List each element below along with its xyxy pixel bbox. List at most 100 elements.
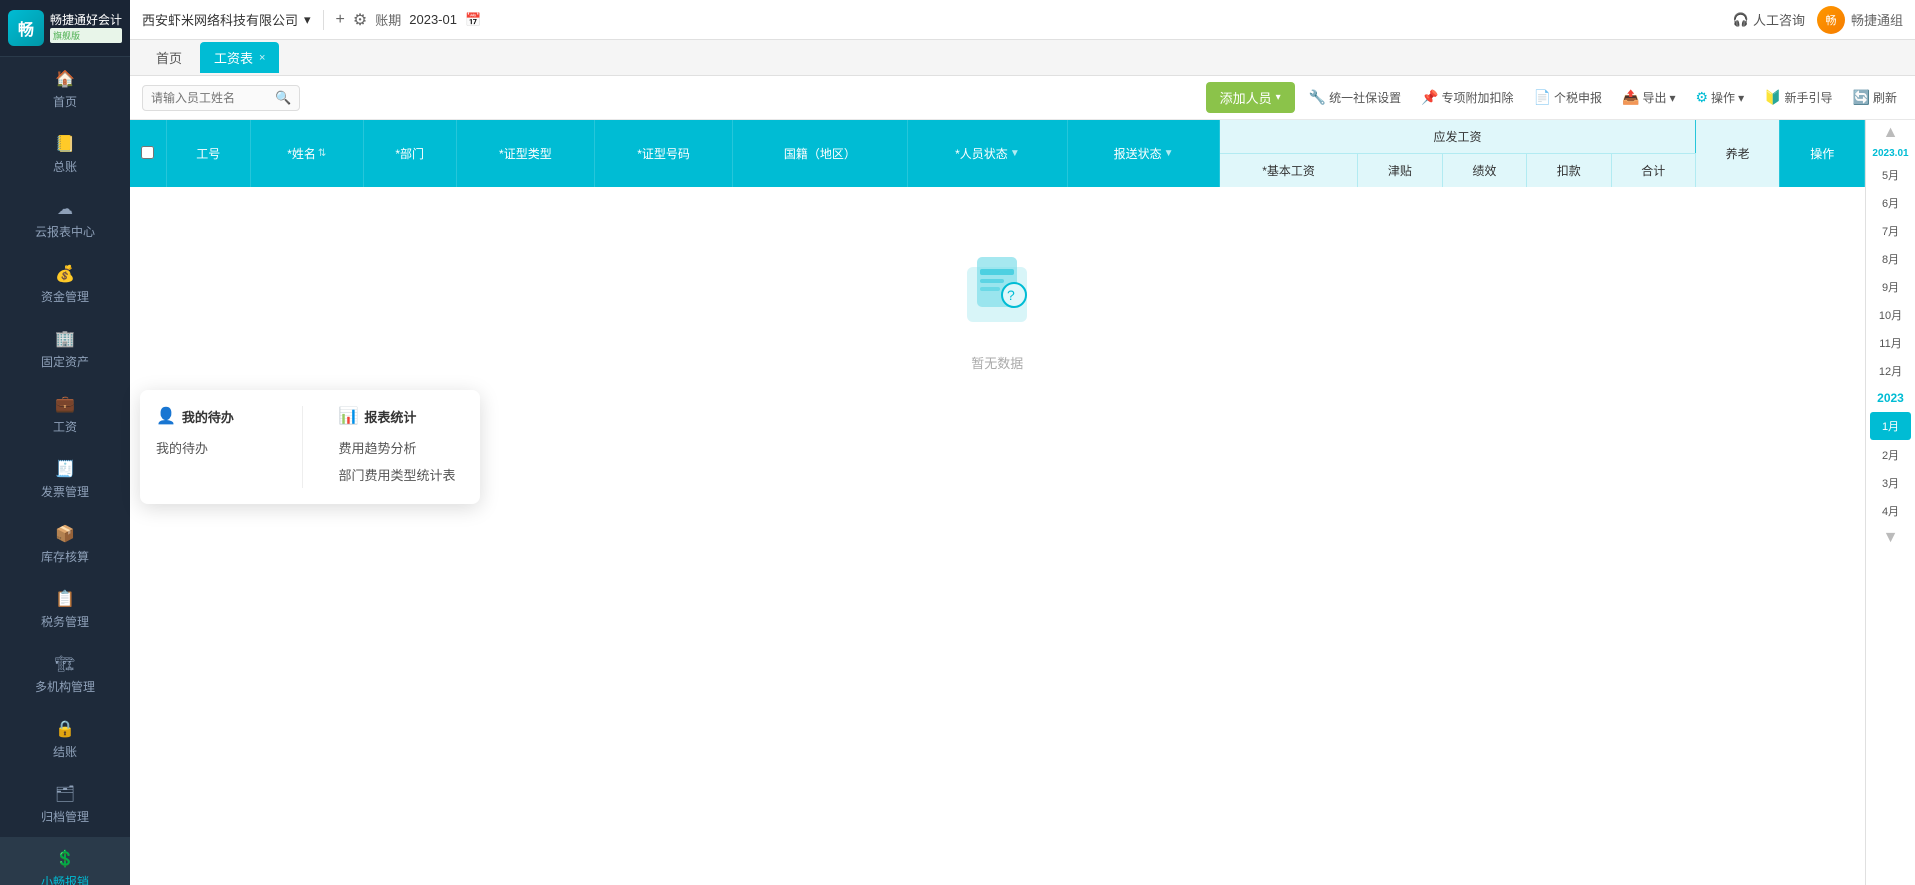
salary-icon: 💼: [55, 394, 75, 414]
col-report-status[interactable]: 报送状态 ▼: [1068, 120, 1220, 187]
sidebar-label-invoice: 发票管理: [41, 483, 89, 500]
col-operation: 操作: [1780, 120, 1865, 187]
month-item-6月[interactable]: 6月: [1866, 189, 1915, 217]
month-nav-down[interactable]: ▼: [1879, 525, 1903, 551]
user-info[interactable]: 畅 畅捷通组: [1817, 6, 1903, 34]
sidebar-item-salary[interactable]: 💼 工资: [0, 382, 130, 447]
reports-icon: 📊: [339, 406, 359, 426]
sidebar-item-invoice[interactable]: 🧾 发票管理: [0, 447, 130, 512]
sidebar-item-reports[interactable]: ☁ 云报表中心: [0, 187, 130, 252]
invoice-icon: 🧾: [55, 459, 75, 479]
sidebar-item-archive[interactable]: 🗂 归档管理: [0, 772, 130, 837]
special-deduct-btn[interactable]: 📌 专项附加扣除: [1415, 85, 1519, 110]
tab-close-icon[interactable]: ×: [259, 52, 265, 64]
month-panel: ▲ 2023.01 5月6月7月8月9月10月11月12月20231月2月3月4…: [1865, 120, 1915, 885]
funds-icon: 💰: [55, 264, 75, 284]
sidebar-logo: 畅 畅捷通好会计 旗舰版: [0, 0, 130, 57]
home-icon: 🏠: [55, 69, 75, 89]
topbar-right: 🎧 人工咨询 畅 畅捷通组: [1733, 6, 1903, 34]
sidebar-item-closing[interactable]: 🔒 结账: [0, 707, 130, 772]
sidebar-item-assets[interactable]: 🏢 固定资产: [0, 317, 130, 382]
export-btn[interactable]: 📤 导出 ▾: [1616, 85, 1681, 110]
add-period-icon[interactable]: +: [336, 11, 345, 29]
popup-reports-link-2[interactable]: 部门费用类型统计表: [339, 461, 465, 488]
month-nav-up[interactable]: ▲: [1879, 120, 1903, 146]
operation-dropdown-icon: ▾: [1738, 91, 1744, 105]
col-allowance: 津贴: [1358, 154, 1442, 188]
sidebar-label-inventory: 库存核算: [41, 548, 89, 565]
empty-text: 暂无数据: [971, 353, 1023, 372]
month-item-4月[interactable]: 4月: [1866, 497, 1915, 525]
month-item-5月[interactable]: 5月: [1866, 161, 1915, 189]
year-2023-label: 2023: [1866, 385, 1915, 411]
popup-todo-title: 我的待办: [182, 407, 234, 426]
sidebar-label-assets: 固定资产: [41, 353, 89, 370]
month-item-2月[interactable]: 2月: [1866, 441, 1915, 469]
toolbar-right: 添加人员 ▾ 🔧 统一社保设置 📌 专项附加扣除 📄 个税申报: [1206, 82, 1903, 113]
closing-icon: 🔒: [55, 719, 75, 739]
tax-icon: 📋: [55, 589, 75, 609]
calendar-icon[interactable]: 📅: [465, 12, 481, 28]
sidebar-label-reports: 云报表中心: [35, 223, 95, 240]
sidebar-label-home: 首页: [53, 93, 77, 110]
company-selector[interactable]: 西安虾米网络科技有限公司 ▾: [142, 10, 311, 29]
month-item-10月[interactable]: 10月: [1866, 301, 1915, 329]
refresh-btn[interactable]: 🔄 刷新: [1847, 85, 1903, 110]
sidebar-item-home[interactable]: 🏠 首页: [0, 57, 130, 122]
sidebar-item-funds[interactable]: 💰 资金管理: [0, 252, 130, 317]
dropdown-popup: 👤 我的待办 我的待办 📊 报表统计 费用趋势分析 部门费用类型统计表: [140, 390, 480, 504]
tab-salary-table[interactable]: 工资表 ×: [200, 42, 279, 73]
col-status[interactable]: *人员状态 ▼: [907, 120, 1068, 187]
avatar: 畅: [1817, 6, 1845, 34]
month-item-9月[interactable]: 9月: [1866, 273, 1915, 301]
settings-gear-icon[interactable]: ⚙: [353, 10, 367, 30]
month-item-3月[interactable]: 3月: [1866, 469, 1915, 497]
year-header: 2023.01: [1872, 146, 1908, 161]
tab-home[interactable]: 首页: [142, 42, 196, 73]
tax-return-btn[interactable]: 📄 个税申报: [1528, 85, 1608, 110]
ledger-icon: 📒: [55, 134, 75, 154]
popup-todo-link[interactable]: 我的待办: [156, 434, 282, 461]
operation-btn[interactable]: ⚙ 操作 ▾: [1689, 85, 1750, 110]
status-filter-icon: ▼: [1010, 148, 1020, 159]
period-label: 账期: [375, 10, 401, 29]
add-dropdown-icon: ▾: [1276, 92, 1281, 103]
sidebar-item-multi-org[interactable]: 🏗 多机构管理: [0, 642, 130, 707]
col-name[interactable]: *姓名 ⇅: [250, 120, 363, 187]
col-checkbox[interactable]: [130, 120, 166, 187]
month-item-11月[interactable]: 11月: [1866, 329, 1915, 357]
col-performance: 绩效: [1442, 154, 1526, 188]
popup-section-todo: 👤 我的待办 我的待办: [156, 406, 282, 488]
search-input[interactable]: [151, 91, 271, 105]
add-person-button[interactable]: 添加人员 ▾: [1206, 82, 1295, 113]
export-dropdown-icon: ▾: [1669, 91, 1675, 105]
month-item-8月[interactable]: 8月: [1866, 245, 1915, 273]
todo-icon: 👤: [156, 406, 176, 426]
sidebar-item-ledger[interactable]: 📒 总账: [0, 122, 130, 187]
current-month[interactable]: 1月: [1870, 412, 1911, 440]
tax-return-icon: 📄: [1534, 89, 1551, 106]
popup-divider: [302, 406, 303, 488]
sidebar-label-xiaochang: 小畅报销: [41, 873, 89, 885]
logo-tag: 旗舰版: [50, 28, 122, 43]
social-security-btn[interactable]: 🔧 统一社保设置: [1303, 85, 1407, 110]
sidebar-item-tax[interactable]: 📋 税务管理: [0, 577, 130, 642]
new-guide-btn[interactable]: 🔰 新手引导: [1758, 85, 1838, 110]
popup-reports-link-1[interactable]: 费用趋势分析: [339, 434, 465, 461]
sidebar-nav: 🏠 首页 📒 总账 ☁ 云报表中心 💰 资金管理 🏢 固定资产 💼 工资 🧾 发…: [0, 57, 130, 885]
col-nationality: 国籍（地区）: [733, 120, 907, 187]
name-sort-icon: ⇅: [318, 148, 326, 159]
search-box[interactable]: 🔍: [142, 85, 300, 111]
period-value: 2023-01: [409, 12, 457, 27]
sidebar-item-inventory[interactable]: 📦 库存核算: [0, 512, 130, 577]
month-item-7月[interactable]: 7月: [1866, 217, 1915, 245]
support-btn[interactable]: 🎧 人工咨询: [1733, 10, 1805, 29]
select-all-checkbox[interactable]: [141, 146, 154, 159]
inventory-icon: 📦: [55, 524, 75, 544]
sidebar: 畅 畅捷通好会计 旗舰版 🏠 首页 📒 总账 ☁ 云报表中心 💰 资金管理 🏢 …: [0, 0, 130, 885]
logo-text: 畅捷通好会计: [50, 13, 122, 29]
sidebar-item-xiaochang[interactable]: 💲 小畅报销: [0, 837, 130, 885]
toolbar: 🔍 添加人员 ▾ 🔧 统一社保设置 📌 专项附加扣除: [130, 76, 1915, 120]
month-item-12月[interactable]: 12月: [1866, 357, 1915, 385]
col-idtype: *证型类型: [456, 120, 594, 187]
